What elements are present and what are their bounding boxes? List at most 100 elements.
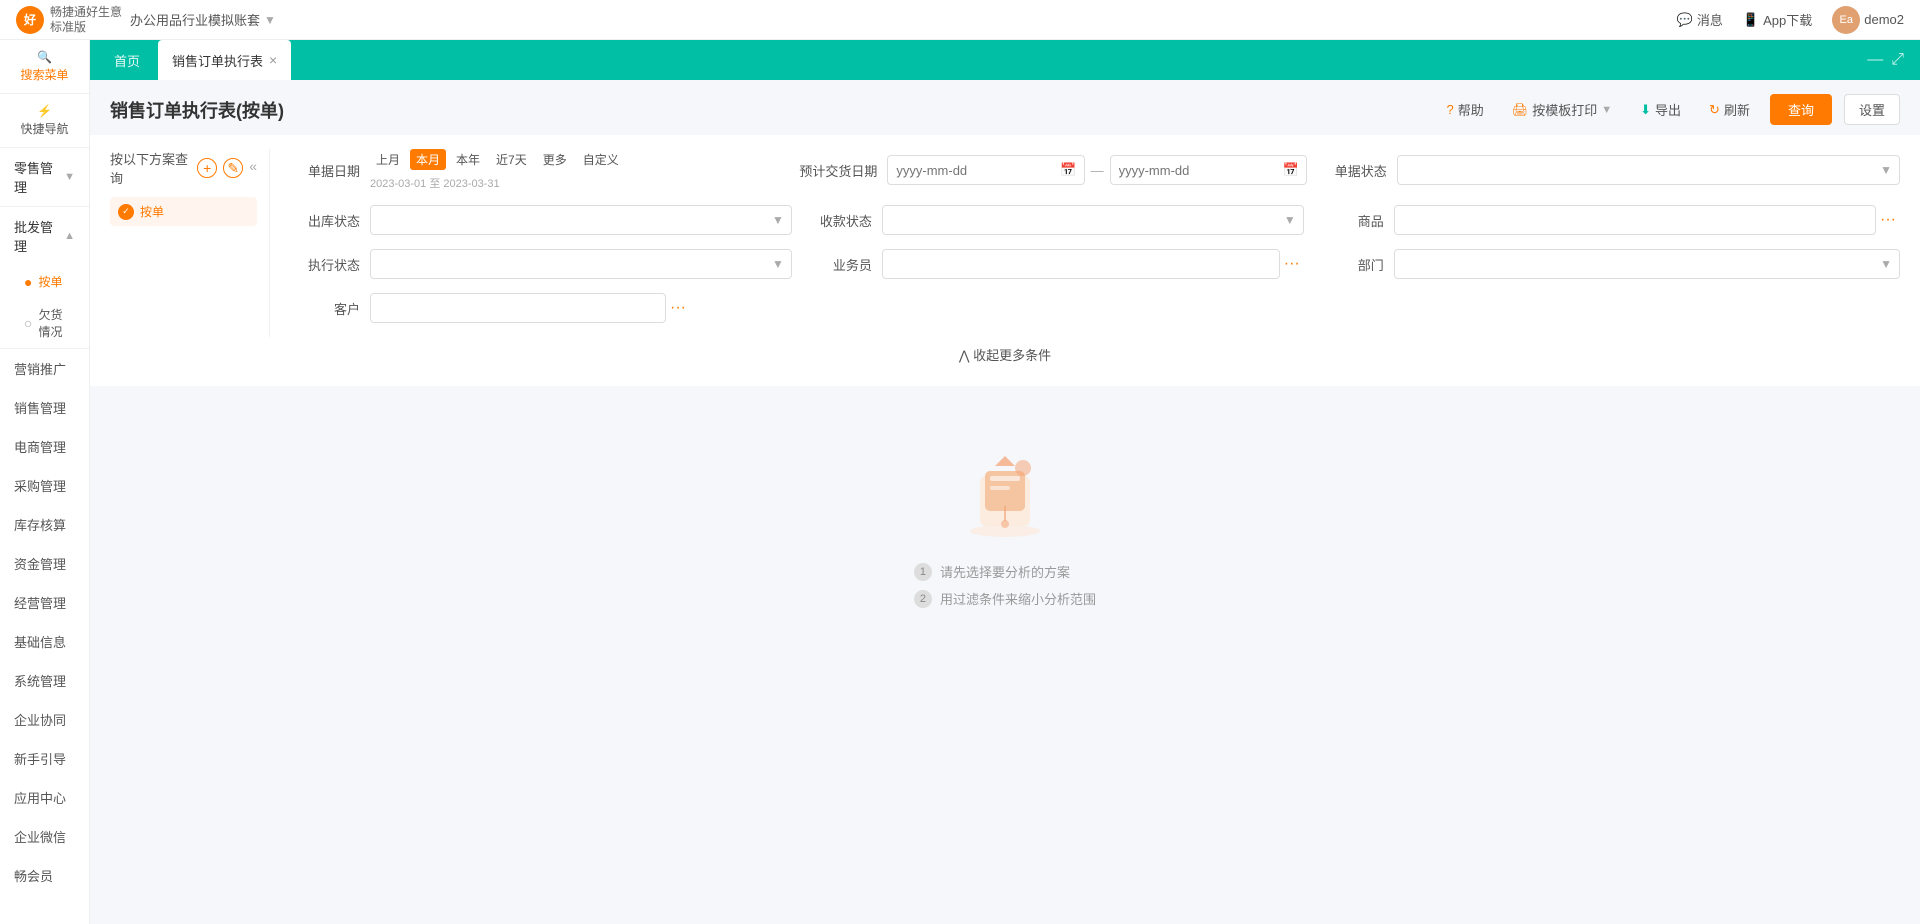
sidebar-item-sales[interactable]: 销售管理	[0, 388, 89, 427]
maximize-icon[interactable]: ⤢	[1891, 51, 1904, 69]
minimize-icon[interactable]: —	[1867, 51, 1883, 69]
print-btn[interactable]: 🖨 按模板打印 ▼	[1504, 96, 1620, 123]
scheme-add-btn[interactable]: +	[197, 158, 217, 178]
exec-status-select[interactable]	[370, 249, 792, 279]
help-btn[interactable]: ? 帮助	[1438, 96, 1491, 123]
date-btn-this-month[interactable]: 本月	[410, 149, 446, 170]
tab-home[interactable]: 首页	[98, 40, 156, 80]
date-btn-this-year[interactable]: 本年	[450, 149, 486, 170]
salesman-more-icon[interactable]: ···	[1280, 255, 1304, 273]
filter-row-1: 单据日期 上月 本月 本年 近7天 更多 自定义 20	[290, 149, 1900, 191]
date-btn-last-month[interactable]: 上月	[370, 149, 406, 170]
sidebar-sub-item-shortage[interactable]: ○ 欠货情况	[0, 298, 89, 348]
expected-date-start[interactable]	[887, 155, 1084, 185]
empty-state: 1 请先选择要分析的方案 2 用过滤条件来缩小分析范围	[90, 386, 1920, 668]
exec-status-wrap: ▼	[370, 249, 792, 279]
collapse-bar[interactable]: ⋀ 收起更多条件	[110, 337, 1900, 372]
delivery-status-wrap: ▼	[370, 205, 792, 235]
sidebar-item-marketing[interactable]: 营销推广	[0, 349, 89, 388]
message-icon: 💬	[1677, 12, 1693, 28]
sidebar-item-system[interactable]: 系统管理	[0, 661, 89, 700]
customer-more-icon[interactable]: ···	[666, 299, 690, 317]
tab-active[interactable]: 销售订单执行表 ×	[158, 40, 291, 80]
page-header: 销售订单执行表(按单) ? 帮助 🖨 按模板打印 ▼ ⬇ 导出	[90, 80, 1920, 135]
scheme-active-dot: ✓	[118, 204, 134, 220]
sidebar-item-inventory[interactable]: 库存核算	[0, 505, 89, 544]
delivery-status-select[interactable]	[370, 205, 792, 235]
dept-select[interactable]	[1394, 249, 1900, 279]
content-area: 销售订单执行表(按单) ? 帮助 🖨 按模板打印 ▼ ⬇ 导出	[90, 80, 1920, 924]
sidebar-item-base-info[interactable]: 基础信息	[0, 622, 89, 661]
sidebar-item-member[interactable]: 畅会员	[0, 856, 89, 895]
goods-more-icon[interactable]: ···	[1876, 211, 1900, 229]
user-profile-btn[interactable]: Ea demo2	[1832, 6, 1904, 34]
status-select[interactable]	[1397, 155, 1900, 185]
main-layout: 🔍 搜索菜单 ⚡ 快捷导航 零售管理 ▼ 批发管理 ▲ ● 按单 ○ 欠货情	[0, 40, 1920, 924]
chevron-down-icon: ▼	[64, 171, 75, 183]
sidebar-sub-item-by-order[interactable]: ● 按单	[0, 265, 89, 298]
expected-date-end[interactable]	[1110, 155, 1307, 185]
collapse-up-icon: ⋀	[959, 348, 973, 363]
tab-bar: 首页 销售订单执行表 × — ⤢	[90, 40, 1920, 80]
print-dropdown-icon: ▼	[1601, 104, 1612, 116]
orange-dot-icon: ●	[24, 274, 32, 290]
customer-input[interactable]	[370, 293, 666, 323]
sidebar-item-wechat[interactable]: 企业微信	[0, 817, 89, 856]
expected-date-range: 📅 — 📅	[887, 155, 1306, 185]
scheme-panel-header: 按以下方案查询 + ✎ «	[110, 149, 257, 187]
delivery-status-label: 出库状态	[290, 211, 360, 230]
logo-area: 好 畅捷通好生意 标准版	[16, 5, 122, 34]
quick-nav-icon: ⚡	[37, 104, 52, 118]
header-left: 好 畅捷通好生意 标准版 办公用品行业模拟账套 ▼	[16, 5, 276, 34]
goods-input-wrap: ···	[1394, 205, 1900, 235]
sidebar-item-wholesale[interactable]: 批发管理 ▲	[0, 207, 89, 265]
sidebar-search[interactable]: 🔍 搜索菜单	[0, 40, 89, 94]
sidebar-item-guide[interactable]: 新手引导	[0, 739, 89, 778]
status-select-wrap: ▼	[1397, 155, 1900, 185]
sidebar-item-quick-nav[interactable]: ⚡ 快捷导航	[0, 94, 89, 148]
scheme-list: ✓ 按单	[110, 197, 257, 226]
receipt-status-select[interactable]	[882, 205, 1304, 235]
salesman-input[interactable]	[882, 249, 1280, 279]
date-btn-more[interactable]: 更多	[537, 149, 573, 170]
dept-label: 部门	[1314, 255, 1384, 274]
download-icon: 📱	[1743, 12, 1759, 28]
scheme-item-by-order[interactable]: ✓ 按单	[110, 197, 257, 226]
scheme-collapse-btn[interactable]: «	[249, 158, 257, 178]
sidebar-item-purchase[interactable]: 采购管理	[0, 466, 89, 505]
expected-date-label: 预计交货日期	[799, 161, 877, 180]
page-actions: ? 帮助 🖨 按模板打印 ▼ ⬇ 导出 ↻ 刷新	[1438, 94, 1900, 125]
sidebar-item-ecommerce[interactable]: 电商管理	[0, 427, 89, 466]
sidebar-item-finance[interactable]: 资金管理	[0, 544, 89, 583]
filter-row-2: 出库状态 ▼ 收款状态	[290, 205, 1900, 235]
refresh-btn[interactable]: ↻ 刷新	[1701, 96, 1758, 123]
sidebar-item-retail[interactable]: 零售管理 ▼	[0, 148, 89, 206]
breadcrumb-arrow-icon[interactable]: ▼	[264, 13, 276, 27]
filter-row-4: 客户 ···	[290, 293, 1900, 323]
export-btn[interactable]: ⬇ 导出	[1632, 96, 1689, 123]
date-quick-btns: 上月 本月 本年 近7天 更多 自定义	[370, 149, 789, 170]
query-button[interactable]: 查询	[1770, 94, 1832, 125]
chevron-up-icon: ▲	[64, 230, 75, 242]
scheme-panel-icons: + ✎ «	[197, 158, 257, 178]
filter-layout: 按以下方案查询 + ✎ « ✓ 按单	[110, 149, 1900, 337]
setting-button[interactable]: 设置	[1844, 94, 1900, 125]
goods-input[interactable]	[1394, 205, 1876, 235]
tip-num-1: 1	[914, 563, 932, 581]
tab-close-icon[interactable]: ×	[269, 52, 277, 68]
export-icon: ⬇	[1640, 102, 1651, 118]
print-icon: 🖨	[1512, 102, 1529, 118]
message-btn[interactable]: 💬 消息	[1677, 10, 1723, 29]
empty-tips: 1 请先选择要分析的方案 2 用过滤条件来缩小分析范围	[914, 562, 1096, 608]
sidebar-item-enterprise[interactable]: 企业协同	[0, 700, 89, 739]
header-right: 💬 消息 📱 App下载 Ea demo2	[1677, 6, 1904, 34]
sidebar: 🔍 搜索菜单 ⚡ 快捷导航 零售管理 ▼ 批发管理 ▲ ● 按单 ○ 欠货情	[0, 40, 90, 924]
sidebar-item-operations[interactable]: 经营管理	[0, 583, 89, 622]
date-btn-custom[interactable]: 自定义	[577, 149, 625, 170]
date-btn-last-7[interactable]: 近7天	[490, 149, 533, 170]
sidebar-item-app-center[interactable]: 应用中心	[0, 778, 89, 817]
page-title: 销售订单执行表(按单)	[110, 97, 284, 123]
app-download-btn[interactable]: 📱 App下载	[1743, 10, 1812, 29]
filter-row-3: 执行状态 ▼ 业务员 ···	[290, 249, 1900, 279]
scheme-edit-btn[interactable]: ✎	[223, 158, 243, 178]
